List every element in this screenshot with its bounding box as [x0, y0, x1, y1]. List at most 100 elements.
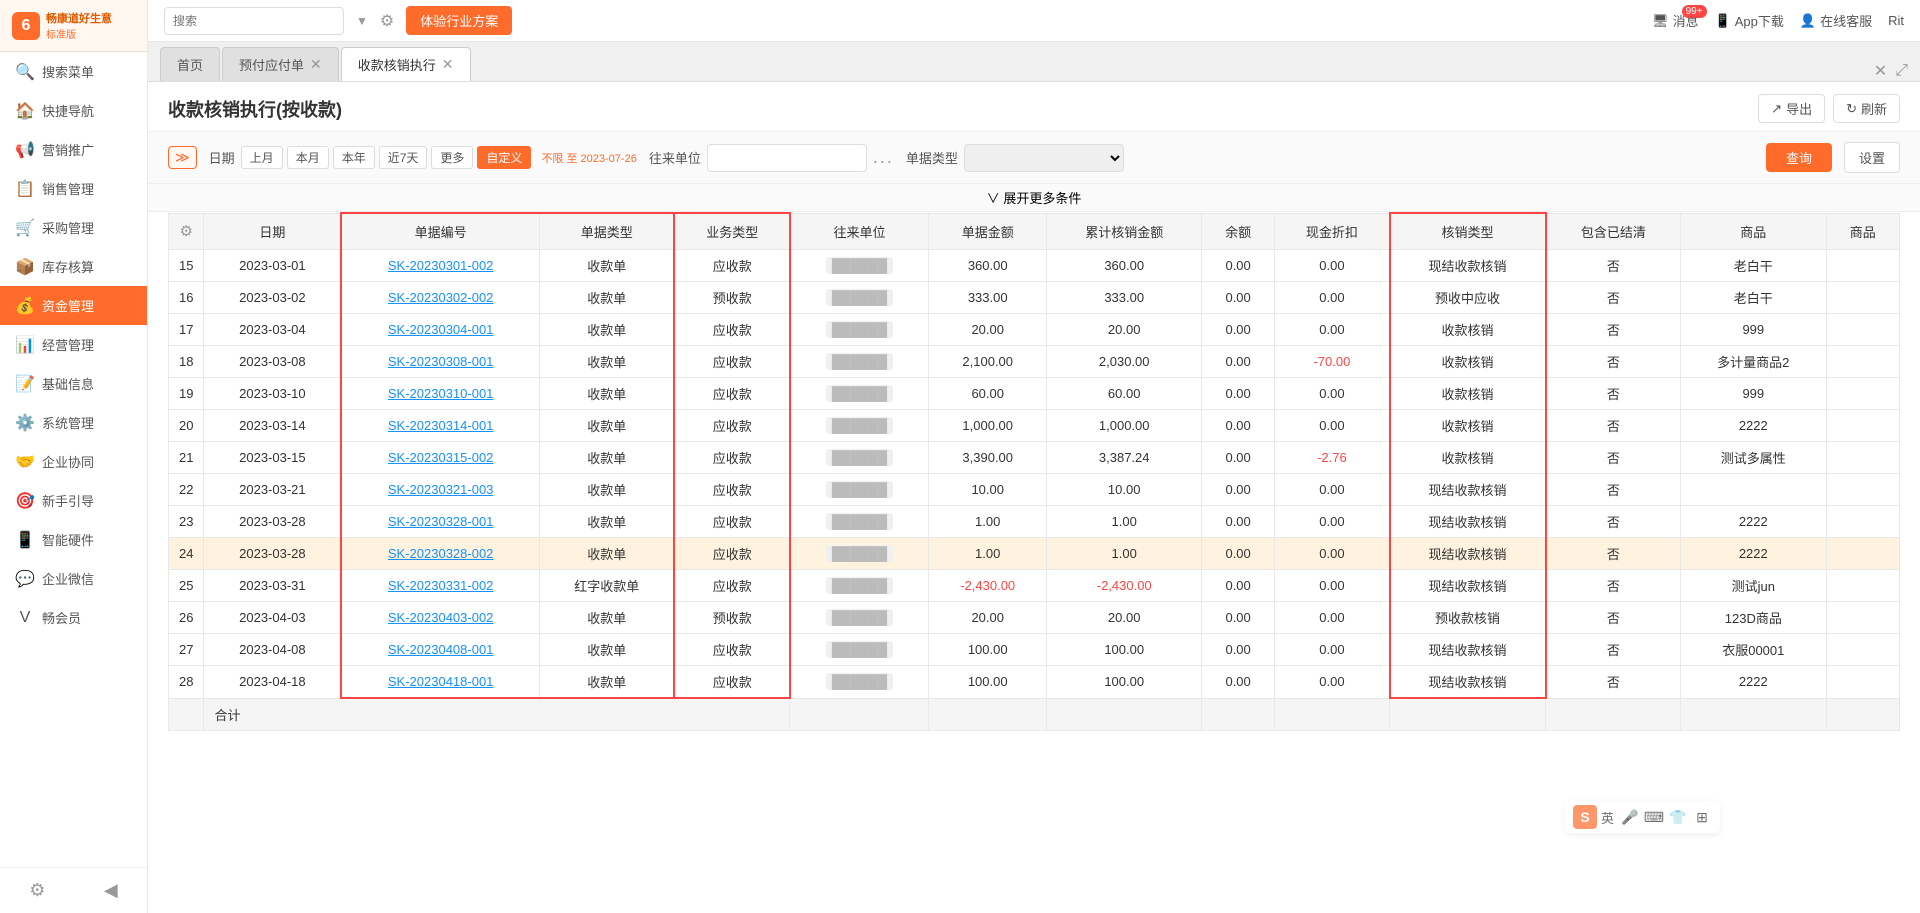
cell-amount: 2,100.00 [928, 346, 1046, 378]
topbar-message-btn[interactable]: 🖥 消息 99+ [1652, 11, 1699, 30]
tabbar-close-btn[interactable]: ✕ [1874, 61, 1887, 81]
filter-btn-last-month[interactable]: 上月 [241, 146, 283, 169]
topbar-app-btn[interactable]: 📱 App下载 [1715, 11, 1784, 30]
sidebar-item-guide[interactable]: 🎯新手引导 [0, 481, 147, 520]
docno-link[interactable]: SK-20230310-001 [388, 386, 494, 401]
sidebar-item-label-quicknav: 快捷导航 [42, 101, 94, 120]
sidebar-settings-btn[interactable]: ⚙ [25, 876, 49, 905]
filter-btn-this-month[interactable]: 本月 [287, 146, 329, 169]
cell-doctype: 收款单 [540, 666, 675, 699]
docno-link[interactable]: SK-20230315-002 [388, 450, 494, 465]
page: 收款核销执行(按收款) ↗ 导出 ↻ 刷新 ≫ 日期 上月 本月 本 [148, 82, 1920, 913]
sidebar-item-member[interactable]: V畅会员 [0, 598, 147, 637]
tabbar: 首页预付应付单✕收款核销执行✕ ✕ ⤢ [148, 42, 1920, 82]
tab-receivable[interactable]: 收款核销执行✕ [341, 47, 471, 81]
cell-amount: 60.00 [928, 378, 1046, 410]
filter-expand-btn[interactable]: ≫ [168, 146, 197, 169]
docno-link[interactable]: SK-20230308-001 [388, 354, 494, 369]
cell-no: 19 [169, 378, 204, 410]
docno-link[interactable]: SK-20230331-002 [388, 578, 494, 593]
docno-link[interactable]: SK-20230418-001 [388, 674, 494, 689]
sidebar-item-basic[interactable]: 📝基础信息 [0, 364, 147, 403]
sidebar-item-inventory[interactable]: 📦库存核算 [0, 247, 147, 286]
sidebar-item-system[interactable]: ⚙️系统管理 [0, 403, 147, 442]
cell-no: 28 [169, 666, 204, 699]
cell-amount: 333.00 [928, 282, 1046, 314]
filter-btn-this-year[interactable]: 本年 [333, 146, 375, 169]
tab-close-receivable[interactable]: ✕ [442, 56, 454, 73]
cell-amount: 10.00 [928, 474, 1046, 506]
filter-counterpart-input[interactable] [707, 144, 867, 172]
cell-discount: 0.00 [1275, 378, 1390, 410]
docno-link[interactable]: SK-20230302-002 [388, 290, 494, 305]
tfoot-counterpart [790, 698, 929, 731]
query-btn[interactable]: 查询 [1766, 143, 1832, 172]
sidebar-item-quicknav[interactable]: 🏠 快捷导航 [0, 91, 147, 130]
sidebar-item-wechat[interactable]: 💬企业微信 [0, 559, 147, 598]
sidebar-item-purchase[interactable]: 🛒采购管理 [0, 208, 147, 247]
th-amount: 单据金额 [928, 213, 1046, 250]
sidebar-collapse-btn[interactable]: ◀ [100, 876, 122, 905]
sidebar-item-sales[interactable]: 📋销售管理 [0, 169, 147, 208]
sidebar-item-operation[interactable]: 📊经营管理 [0, 325, 147, 364]
docno-link[interactable]: SK-20230403-002 [388, 610, 494, 625]
sidebar-item-marketing[interactable]: 📢营销推广 [0, 130, 147, 169]
cell-acc-amount: 360.00 [1047, 250, 1202, 282]
cell-acc-amount: 1.00 [1047, 538, 1202, 570]
filter-dots[interactable]: ... [873, 147, 894, 168]
cell-docno: SK-20230301-002 [341, 250, 539, 282]
cell-no: 18 [169, 346, 204, 378]
sidebar-item-hardware[interactable]: 📱智能硬件 [0, 520, 147, 559]
sidebar: 6 畅康道好生意 标准版 🔍搜索菜单 🏠 快捷导航 📢营销推广📋销售管理🛒采购管理📦库… [0, 0, 148, 913]
cell-discount: -2.76 [1275, 442, 1390, 474]
cell-discount: 0.00 [1275, 250, 1390, 282]
mic-icon[interactable]: 🎤 [1620, 807, 1640, 827]
tab-home[interactable]: 首页 [160, 47, 220, 81]
cell-product1: 老白干 [1681, 282, 1826, 314]
counterpart-value: ██████ [826, 641, 893, 658]
cell-amount: 100.00 [928, 666, 1046, 699]
filter-btn-more[interactable]: 更多 [431, 146, 473, 169]
tab-payable[interactable]: 预付应付单✕ [222, 47, 339, 81]
grid-icon[interactable]: ⊞ [1692, 807, 1712, 827]
export-btn[interactable]: ↗ 导出 [1758, 94, 1825, 123]
docno-link[interactable]: SK-20230314-001 [388, 418, 494, 433]
cell-product1: 老白干 [1681, 250, 1826, 282]
keyboard-icon[interactable]: ⌨ [1644, 807, 1664, 827]
shirt-icon[interactable]: 👕 [1668, 807, 1688, 827]
docno-link[interactable]: SK-20230328-002 [388, 546, 494, 561]
docno-link[interactable]: SK-20230304-001 [388, 322, 494, 337]
topbar-search-input[interactable] [164, 7, 344, 35]
docno-link[interactable]: SK-20230321-003 [388, 482, 494, 497]
sidebar-item-label-finance: 资金管理 [42, 296, 94, 315]
topbar-industry-btn[interactable]: 体验行业方案 [406, 6, 512, 35]
filter-expand-more[interactable]: ∨ 展开更多条件 [148, 184, 1920, 212]
cell-biztype: 应收款 [674, 314, 789, 346]
filter-doctype-select[interactable] [964, 144, 1124, 172]
docno-link[interactable]: SK-20230408-001 [388, 642, 494, 657]
cell-product1: 123D商品 [1681, 602, 1826, 634]
quicknav-icon: 🏠 [16, 102, 34, 120]
cell-product1: 2222 [1681, 410, 1826, 442]
docno-link[interactable]: SK-20230328-001 [388, 514, 494, 529]
filter-btn-7days[interactable]: 近7天 [379, 146, 428, 169]
filter-btn-custom[interactable]: 自定义 [477, 146, 531, 169]
cell-canceltype: 预收中应收 [1390, 282, 1546, 314]
topbar-service-btn[interactable]: 👤 在线客服 [1800, 11, 1872, 30]
setting-btn[interactable]: 设置 [1844, 142, 1900, 173]
sidebar-item-finance[interactable]: 💰资金管理 [0, 286, 147, 325]
topbar-gear-icon[interactable]: ⚙ [380, 11, 394, 31]
cell-docno: SK-20230302-002 [341, 282, 539, 314]
tabbar-expand-btn[interactable]: ⤢ [1895, 62, 1908, 80]
refresh-btn[interactable]: ↻ 刷新 [1833, 94, 1900, 123]
sidebar-item-enterprise[interactable]: 🤝企业协同 [0, 442, 147, 481]
cell-counterpart: ██████ [790, 506, 929, 538]
docno-link[interactable]: SK-20230301-002 [388, 258, 494, 273]
col-settings-icon[interactable]: ⚙ [180, 223, 193, 240]
tab-close-payable[interactable]: ✕ [310, 56, 322, 73]
cell-included: 否 [1546, 602, 1681, 634]
refresh-icon: ↻ [1846, 101, 1857, 117]
sidebar-item-search[interactable]: 🔍搜索菜单 [0, 52, 147, 91]
sidebar-logo: 6 畅康道好生意 标准版 [0, 0, 147, 52]
topbar-dropdown-arrow[interactable]: ▼ [356, 14, 368, 28]
